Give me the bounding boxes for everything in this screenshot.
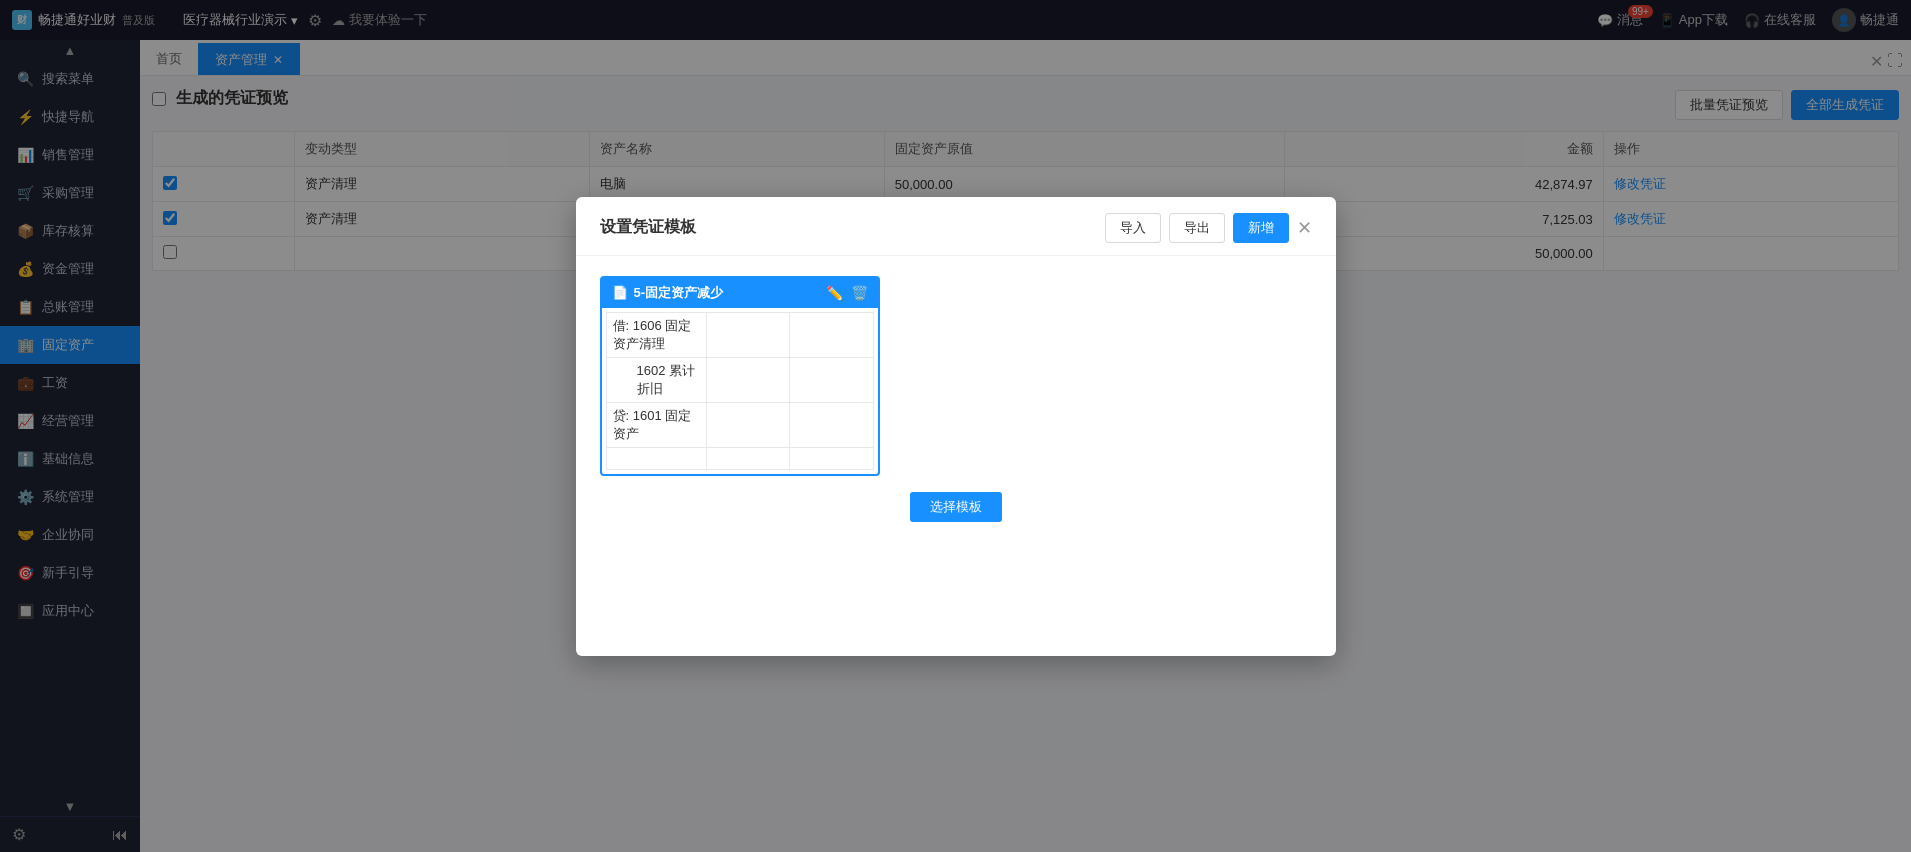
template-grid: 📄 5-固定资产减少 ✏️ 🗑️ 借: 1606 固定资产清理 [600,276,1312,476]
template-entry-row: 借: 1606 固定资产清理 [606,312,873,357]
modal-toolbar: 导入 导出 新增 ✕ [1105,213,1312,243]
entry-credit [790,312,874,357]
template-empty-row [606,447,873,469]
new-btn[interactable]: 新增 [1233,213,1289,243]
entry-type: 1602 累计折旧 [606,357,706,402]
template-card-header: 📄 5-固定资产减少 ✏️ 🗑️ [602,278,878,308]
template-card-actions: ✏️ 🗑️ [826,285,868,301]
template-delete-icon[interactable]: 🗑️ [851,285,868,301]
modal-header: 设置凭证模板 导入 导出 新增 ✕ [576,197,1336,256]
template-card-body: 借: 1606 固定资产清理 1602 累计折旧 [602,308,878,474]
modal-overlay: 设置凭证模板 导入 导出 新增 ✕ 📄 5-固定资产减少 ✏️ [0,0,1911,852]
modal-close-btn[interactable]: ✕ [1297,213,1312,243]
template-doc-icon: 📄 [612,285,628,300]
template-inner-table: 借: 1606 固定资产清理 1602 累计折旧 [606,312,874,470]
import-btn[interactable]: 导入 [1105,213,1161,243]
template-entry-row: 贷: 1601 固定资产 [606,402,873,447]
entry-debit [706,357,790,402]
entry-credit [790,402,874,447]
entry-debit [706,312,790,357]
modal-body: 📄 5-固定资产减少 ✏️ 🗑️ 借: 1606 固定资产清理 [576,256,1336,656]
select-template-btn[interactable]: 选择模板 [910,492,1002,522]
select-template-section: 选择模板 [600,492,1312,522]
modal-title: 设置凭证模板 [600,217,696,238]
entry-debit [706,402,790,447]
entry-credit [790,357,874,402]
export-btn[interactable]: 导出 [1169,213,1225,243]
template-card[interactable]: 📄 5-固定资产减少 ✏️ 🗑️ 借: 1606 固定资产清理 [600,276,880,476]
template-entry-row: 1602 累计折旧 [606,357,873,402]
modal-dialog: 设置凭证模板 导入 导出 新增 ✕ 📄 5-固定资产减少 ✏️ [576,197,1336,656]
template-edit-icon[interactable]: ✏️ [826,285,843,301]
entry-type: 贷: 1601 固定资产 [606,402,706,447]
entry-type: 借: 1606 固定资产清理 [606,312,706,357]
template-name: 5-固定资产减少 [634,284,724,302]
